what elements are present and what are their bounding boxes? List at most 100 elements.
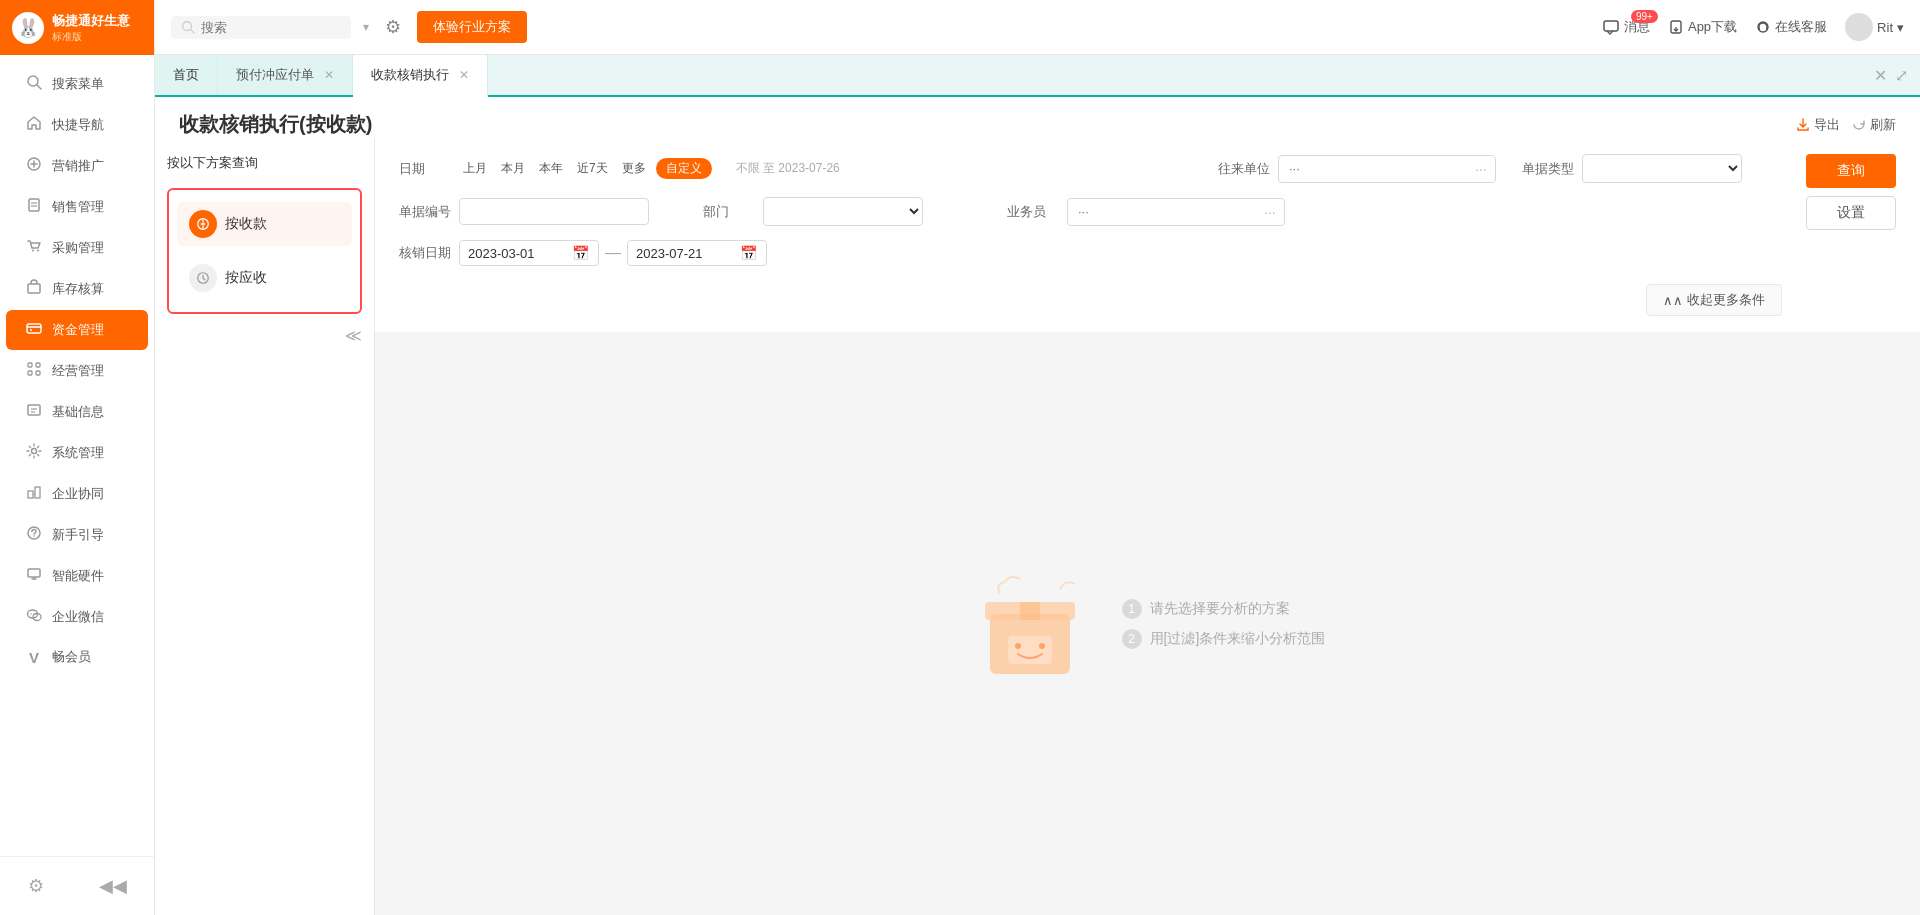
gear-btn[interactable]: ⚙ (381, 12, 405, 42)
sidebar-item-vip[interactable]: V 畅会员 (6, 638, 148, 676)
enterprise-icon (24, 484, 44, 504)
svg-rect-43 (1008, 636, 1052, 664)
staff-select[interactable]: ··· (1067, 198, 1285, 226)
main-content: ▾ ⚙ 体验行业方案 消息 99+ App下载 在线客服 Rit ▾ (155, 0, 1920, 915)
header-search-box[interactable] (171, 16, 351, 39)
sidebar-label-system: 系统管理 (52, 444, 104, 462)
export-btn[interactable]: 导出 (1796, 116, 1840, 134)
doc-number-input[interactable] (459, 198, 649, 225)
app-download-btn[interactable]: App下载 (1668, 18, 1737, 36)
custom-date-btn[interactable]: 自定义 (656, 158, 712, 179)
setting-btn[interactable]: 设置 (1806, 196, 1896, 230)
header-search-icon (181, 20, 195, 34)
counterpart-input[interactable] (1279, 156, 1467, 181)
collapse-more-label: 收起更多条件 (1687, 291, 1765, 309)
sidebar-item-system[interactable]: 系统管理 (6, 433, 148, 473)
counterpart-dots-btn[interactable]: ··· (1467, 156, 1495, 182)
sidebar-item-basic[interactable]: 基础信息 (6, 392, 148, 432)
last-month-btn[interactable]: 上月 (459, 158, 491, 179)
sidebar-item-operations[interactable]: 经营管理 (6, 351, 148, 391)
counterpart-form-group: 往来单位 ··· (1218, 155, 1498, 183)
staff-input[interactable] (1068, 199, 1256, 224)
vip-icon: V (24, 649, 44, 666)
svg-point-30 (33, 613, 34, 614)
sidebar-item-sales[interactable]: 销售管理 (6, 187, 148, 227)
verify-date-end-wrap[interactable]: 📅 (627, 240, 767, 266)
sidebar-item-wechat[interactable]: 企业微信 (6, 597, 148, 637)
tab-collection[interactable]: 收款核销执行 ✕ (353, 55, 488, 97)
home-icon (24, 115, 44, 135)
collection-tab-close[interactable]: ✕ (459, 68, 469, 82)
empty-tip-2: 2 用[过滤]条件来缩小分析范围 (1122, 629, 1326, 649)
prepay-tab-close[interactable]: ✕ (324, 68, 334, 82)
close-window-icon[interactable]: ✕ (1874, 66, 1887, 85)
export-icon (1796, 118, 1810, 132)
this-month-btn[interactable]: 本月 (497, 158, 529, 179)
dept-select[interactable] (763, 197, 923, 226)
verify-date-end[interactable] (636, 246, 736, 261)
service-label: 在线客服 (1775, 18, 1827, 36)
verify-date-start-icon[interactable]: 📅 (572, 245, 589, 261)
sidebar-item-inventory[interactable]: 库存核算 (6, 269, 148, 309)
collection-filter-label: 按收款 (225, 215, 267, 233)
collapse-more-btn[interactable]: ∧∧ 收起更多条件 (1646, 284, 1782, 316)
settings-footer-btn[interactable]: ⚙ (20, 867, 52, 905)
sales-icon (24, 197, 44, 217)
svg-rect-15 (28, 405, 40, 415)
marketing-icon (24, 156, 44, 176)
empty-tips: 1 请先选择要分析的方案 2 用[过滤]条件来缩小分析范围 (1122, 599, 1326, 649)
doc-type-select[interactable] (1582, 154, 1742, 183)
filter-collapse-btn[interactable]: ≪ (167, 322, 362, 349)
verify-date-end-icon[interactable]: 📅 (740, 245, 757, 261)
sidebar-label-enterprise: 企业协同 (52, 485, 104, 503)
user-profile-btn[interactable]: Rit ▾ (1845, 13, 1904, 41)
message-btn[interactable]: 消息 99+ (1602, 18, 1650, 36)
staff-dots-btn[interactable]: ··· (1256, 199, 1284, 225)
sidebar-item-quicknav[interactable]: 快捷导航 (6, 105, 148, 145)
online-service-btn[interactable]: 在线客服 (1755, 18, 1827, 36)
this-year-btn[interactable]: 本年 (535, 158, 567, 179)
sidebar-item-search[interactable]: 搜索菜单 (6, 64, 148, 104)
staff-label: 业务员 (1007, 203, 1059, 221)
form-row-3: 核销日期 📅 — 📅 (399, 240, 1782, 266)
filter-by-collection[interactable]: 按收款 (177, 202, 352, 246)
search-input[interactable] (201, 20, 331, 35)
date-form-group: 日期 上月 本月 本年 近7天 更多 自定义 (399, 158, 712, 179)
header-dropdown-icon[interactable]: ▾ (363, 20, 369, 34)
tab-prepay[interactable]: 预付冲应付单 ✕ (218, 55, 353, 95)
doc-number-form-group: 单据编号 (399, 198, 679, 225)
more-date-btn[interactable]: 更多 (618, 158, 650, 179)
svg-point-10 (30, 329, 32, 331)
maximize-icon[interactable]: ⤢ (1895, 66, 1908, 85)
industry-btn[interactable]: 体验行业方案 (417, 11, 527, 43)
refresh-btn[interactable]: 刷新 (1852, 116, 1896, 134)
sidebar-label-vip: 畅会员 (52, 648, 91, 666)
7days-btn[interactable]: 近7天 (573, 158, 612, 179)
verify-date-start-wrap[interactable]: 📅 (459, 240, 599, 266)
receivable-filter-label: 按应收 (225, 269, 267, 287)
svg-point-18 (32, 449, 37, 454)
empty-tip-1: 1 请先选择要分析的方案 (1122, 599, 1326, 619)
filter-by-receivable[interactable]: 按应收 (177, 256, 352, 300)
svg-rect-37 (1758, 27, 1760, 30)
tab-home[interactable]: 首页 (155, 55, 218, 95)
receivable-filter-icon (189, 264, 217, 292)
sidebar-item-newbie[interactable]: 新手引导 (6, 515, 148, 555)
sidebar-label-funds: 资金管理 (52, 321, 104, 339)
svg-point-23 (33, 535, 35, 537)
collapse-sidebar-btn[interactable]: ◀◀ (91, 867, 135, 905)
sidebar-item-marketing[interactable]: 营销推广 (6, 146, 148, 186)
sidebar-label-hardware: 智能硬件 (52, 567, 104, 585)
app-icon (1668, 19, 1684, 35)
sidebar-item-enterprise[interactable]: 企业协同 (6, 474, 148, 514)
sidebar-label-search: 搜索菜单 (52, 75, 104, 93)
counterpart-select[interactable]: ··· (1278, 155, 1496, 183)
sidebar-item-purchase[interactable]: 采购管理 (6, 228, 148, 268)
date-label: 日期 (399, 160, 451, 178)
sidebar-item-hardware[interactable]: 智能硬件 (6, 556, 148, 596)
query-btn[interactable]: 查询 (1806, 154, 1896, 188)
action-row: ∧∧ 收起更多条件 (399, 280, 1782, 316)
verify-date-start[interactable] (468, 246, 568, 261)
sidebar-item-funds[interactable]: 资金管理 (6, 310, 148, 350)
message-badge: 99+ (1631, 10, 1658, 23)
